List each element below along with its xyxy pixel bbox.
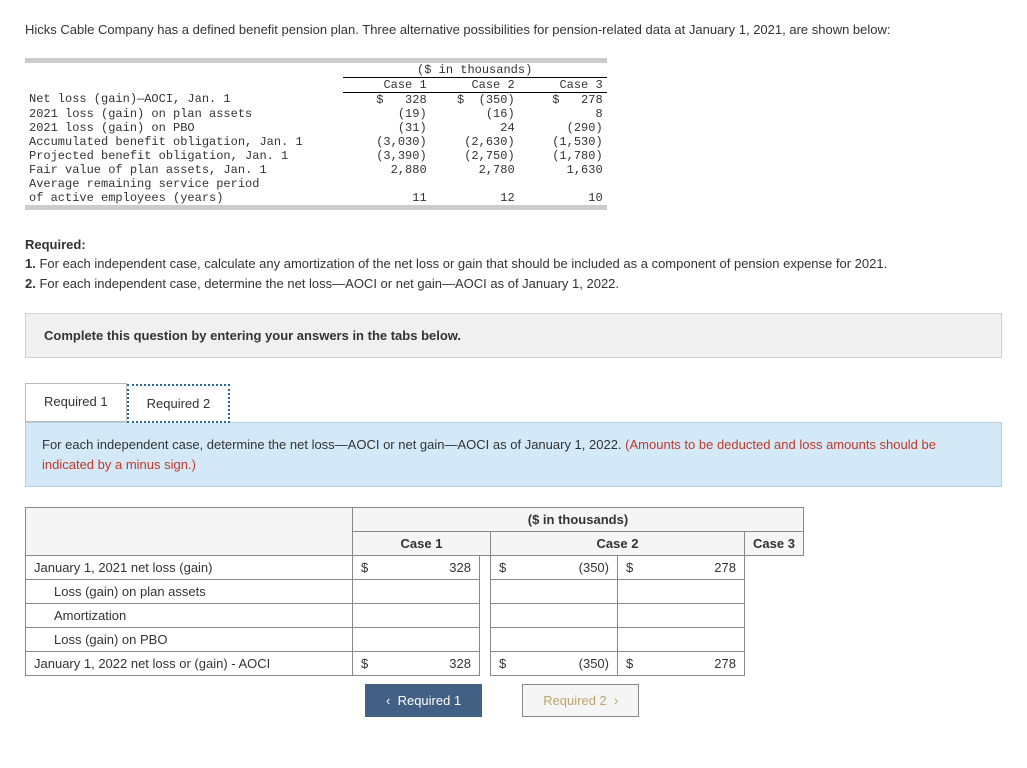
tab-required-1[interactable]: Required 1 <box>25 383 127 422</box>
row-label: of active employees (years) <box>25 191 343 205</box>
answer-row-label: Loss (gain) on plan assets <box>26 580 353 604</box>
row-label: Accumulated benefit obligation, Jan. 1 <box>25 135 343 149</box>
problem-intro: Hicks Cable Company has a defined benefi… <box>25 20 1002 40</box>
cell-input[interactable] <box>353 604 480 628</box>
cell-total-case2: $(350) <box>491 652 618 676</box>
col-case1: Case 1 <box>343 77 431 92</box>
answer-col-case1: Case 1 <box>353 532 491 556</box>
chevron-left-icon: ‹ <box>386 693 390 708</box>
required-title: Required: <box>25 237 86 252</box>
answer-col-case3: Case 3 <box>745 532 804 556</box>
cell-input[interactable] <box>618 604 745 628</box>
answer-row-label: Loss (gain) on PBO <box>26 628 353 652</box>
cell-case1[interactable]: $328 <box>353 556 480 580</box>
row-label: Projected benefit obligation, Jan. 1 <box>25 149 343 163</box>
row-label: Fair value of plan assets, Jan. 1 <box>25 163 343 177</box>
cell-case3[interactable]: $278 <box>618 556 745 580</box>
required-block: Required: 1. For each independent case, … <box>25 235 1002 294</box>
tab-panel-instruction: For each independent case, determine the… <box>25 422 1002 487</box>
chevron-right-icon: › <box>614 693 618 708</box>
cell-input[interactable] <box>353 580 480 604</box>
tab-strip: Required 1 Required 2 <box>25 383 1002 422</box>
cell-input[interactable] <box>491 628 618 652</box>
data-table: ($ in thousands) Case 1 Case 2 Case 3 Ne… <box>25 58 607 210</box>
row-label: Net loss (gain)—AOCI, Jan. 1 <box>25 92 343 107</box>
cell-case2[interactable]: $(350) <box>491 556 618 580</box>
answer-row-label: January 1, 2021 net loss (gain) <box>26 556 353 580</box>
answer-unit-header: ($ in thousands) <box>353 508 804 532</box>
cell-input[interactable] <box>353 628 480 652</box>
req2-text: For each independent case, determine the… <box>39 276 619 291</box>
answer-row-label: Amortization <box>26 604 353 628</box>
cell-total-case3: $278 <box>618 652 745 676</box>
answer-col-case2: Case 2 <box>491 532 745 556</box>
row-label: 2021 loss (gain) on plan assets <box>25 107 343 121</box>
row-label: Average remaining service period <box>25 177 343 191</box>
cell-input[interactable] <box>491 604 618 628</box>
col-case2: Case 2 <box>431 77 519 92</box>
cell-input[interactable] <box>618 580 745 604</box>
cell-total-case1: $328 <box>353 652 480 676</box>
cell-input[interactable] <box>618 628 745 652</box>
unit-header: ($ in thousands) <box>343 63 607 78</box>
instruction-box: Complete this question by entering your … <box>25 313 1002 358</box>
panel-text: For each independent case, determine the… <box>42 437 625 452</box>
row-label: 2021 loss (gain) on PBO <box>25 121 343 135</box>
prev-button[interactable]: ‹ Required 1 <box>365 684 482 717</box>
next-button[interactable]: Required 2 › <box>522 684 639 717</box>
cell-input[interactable] <box>491 580 618 604</box>
tab-required-2[interactable]: Required 2 <box>127 384 231 423</box>
col-case3: Case 3 <box>519 77 607 92</box>
answer-table: ($ in thousands) Case 1 Case 2 Case 3 Ja… <box>25 507 804 676</box>
answer-row-label: January 1, 2022 net loss or (gain) - AOC… <box>26 652 353 676</box>
req1-text: For each independent case, calculate any… <box>39 256 887 271</box>
